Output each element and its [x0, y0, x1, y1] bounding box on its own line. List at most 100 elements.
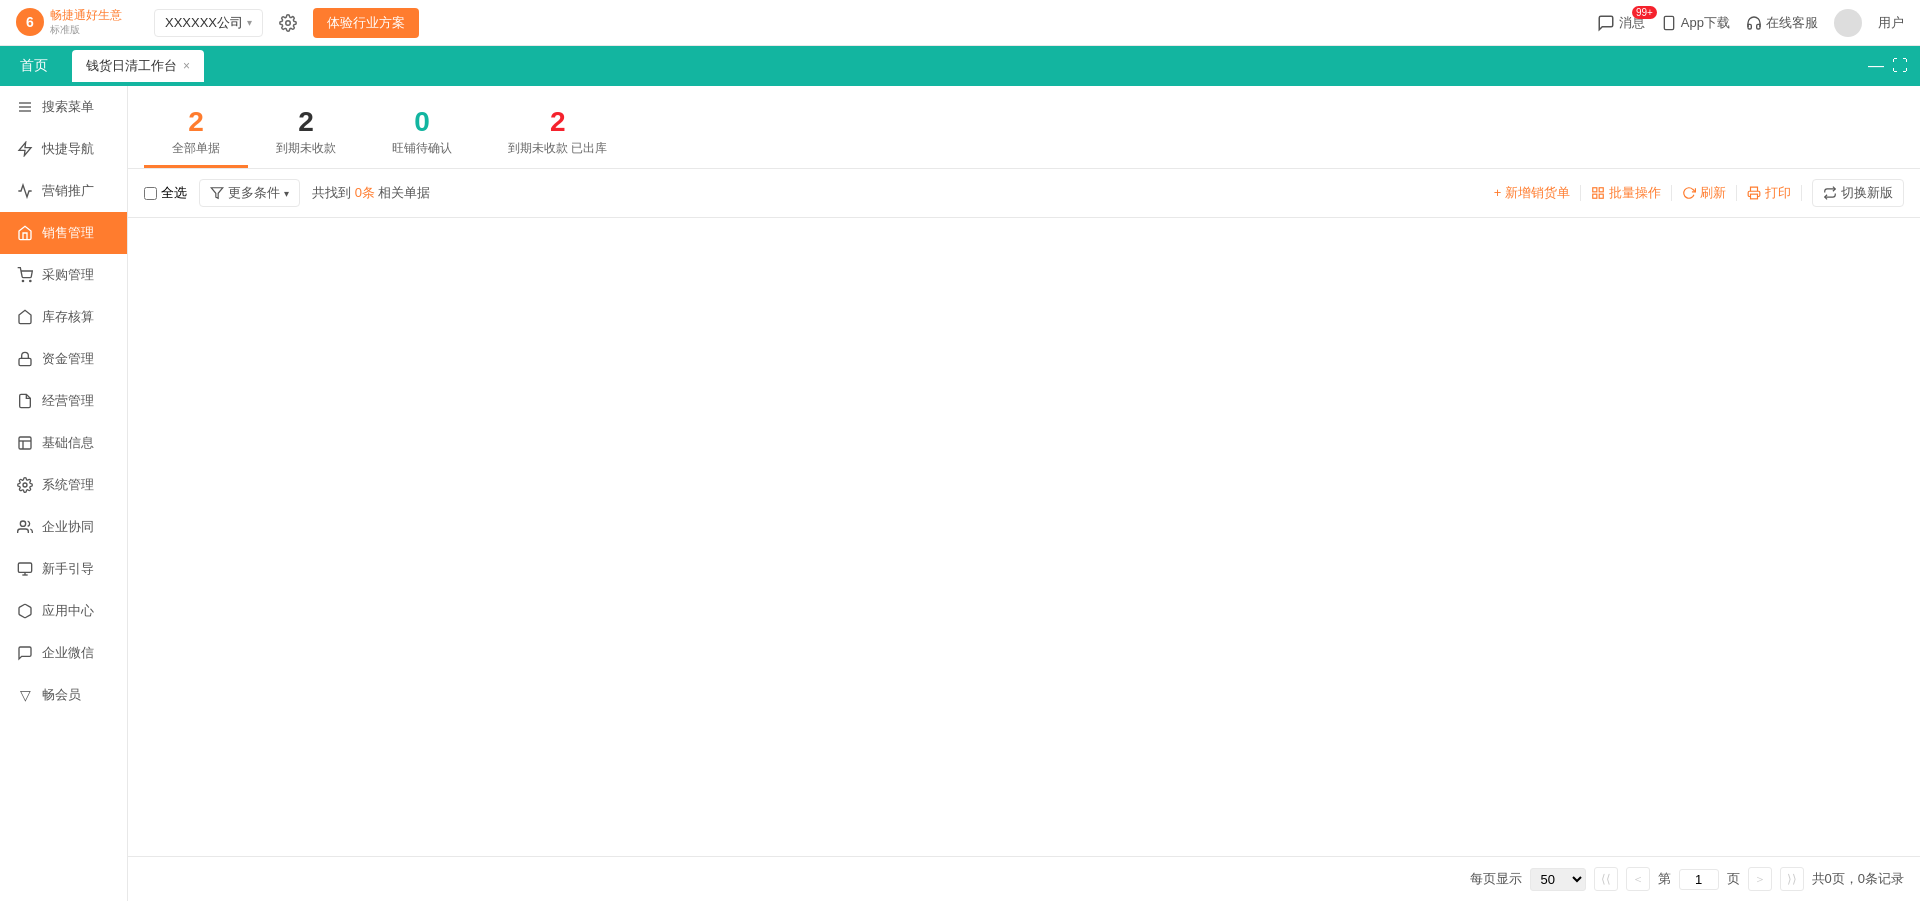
settings-button[interactable] [273, 8, 303, 38]
divider3 [1736, 185, 1737, 201]
page-size-select[interactable]: 50 100 200 [1530, 868, 1586, 891]
print-icon [1747, 186, 1761, 200]
svg-rect-22 [1593, 194, 1597, 198]
sidebar-item-member[interactable]: ▽ 畅会员 [0, 674, 127, 716]
print-label: 打印 [1765, 184, 1791, 202]
sidebar-item-basic-info[interactable]: 基础信息 [0, 422, 127, 464]
divider2 [1671, 185, 1672, 201]
sidebar-item-inventory[interactable]: 库存核算 [0, 296, 127, 338]
filter-button[interactable]: 更多条件 ▾ [199, 179, 300, 207]
sidebar-item-search-menu[interactable]: 搜索菜单 [0, 86, 127, 128]
top-bar-left: 6 畅捷通好生意 标准版 XXXXXX公司 ▾ 体验行业方案 [16, 8, 419, 38]
sidebar-label-basic-info: 基础信息 [42, 434, 94, 452]
svg-rect-1 [1664, 16, 1673, 29]
sales-icon [16, 224, 34, 242]
svg-rect-21 [1599, 194, 1603, 198]
marketing-icon [16, 182, 34, 200]
top-bar-right: 消息 99+ App下载 在线客服 用户 [1597, 9, 1904, 37]
add-sales-order-button[interactable]: + 新增销货单 [1494, 184, 1570, 202]
sidebar: 搜索菜单 快捷导航 营销推广 销售管理 采购管理 [0, 86, 128, 901]
last-page-button[interactable]: ⟩⟩ [1780, 867, 1804, 891]
sidebar-label-app-center: 应用中心 [42, 602, 94, 620]
app-download-button[interactable]: App下载 [1661, 14, 1730, 32]
print-button[interactable]: 打印 [1747, 184, 1791, 202]
quick-nav-icon [16, 140, 34, 158]
svg-rect-20 [1599, 188, 1603, 192]
tab-maximize-button[interactable]: ⛶ [1892, 57, 1908, 75]
page-size-label: 每页显示 [1470, 870, 1522, 888]
message-badge: 99+ [1632, 6, 1657, 19]
company-selector[interactable]: XXXXXX公司 ▾ [154, 9, 263, 37]
stat-tab-overdue[interactable]: 2 到期未收款 [248, 98, 364, 168]
chevron-down-icon: ▾ [247, 17, 252, 28]
next-page-button[interactable]: ＞ [1748, 867, 1772, 891]
tab-label: 钱货日清工作台 [86, 57, 177, 75]
sidebar-label-quick-nav: 快捷导航 [42, 140, 94, 158]
stats-tabs: 2 全部单据 2 到期未收款 0 旺铺待确认 2 到期未收款 已出库 [128, 86, 1920, 169]
svg-rect-23 [1751, 194, 1758, 199]
tab-qianhuoriqing[interactable]: 钱货日清工作台 × [72, 50, 204, 82]
stat-label-all: 全部单据 [172, 140, 220, 157]
operations-icon [16, 392, 34, 410]
stat-tab-all[interactable]: 2 全部单据 [144, 98, 248, 168]
select-all-checkbox[interactable]: 全选 [144, 184, 187, 202]
stat-label-shipped: 到期未收款 已出库 [508, 140, 607, 157]
sidebar-item-operations[interactable]: 经营管理 [0, 380, 127, 422]
svg-point-7 [22, 280, 23, 281]
prev-page-button[interactable]: ＜ [1626, 867, 1650, 891]
switch-version-button[interactable]: 切换新版 [1812, 179, 1904, 207]
sidebar-item-cooperation[interactable]: 企业协同 [0, 506, 127, 548]
svg-rect-9 [19, 358, 31, 365]
sidebar-item-quick-nav[interactable]: 快捷导航 [0, 128, 127, 170]
stat-tab-pending[interactable]: 0 旺铺待确认 [364, 98, 480, 168]
logo-icon: 6 [16, 8, 44, 36]
sidebar-item-finance[interactable]: 资金管理 [0, 338, 127, 380]
sidebar-item-sales[interactable]: 销售管理 [0, 212, 127, 254]
svg-point-8 [30, 280, 31, 281]
content-area: 2 全部单据 2 到期未收款 0 旺铺待确认 2 到期未收款 已出库 全选 [128, 86, 1920, 901]
divider [1580, 185, 1581, 201]
sidebar-item-app-center[interactable]: 应用中心 [0, 590, 127, 632]
page-label: 第 [1658, 870, 1671, 888]
app-center-icon [16, 602, 34, 620]
tab-close-icon[interactable]: × [183, 59, 190, 73]
sidebar-item-guide[interactable]: 新手引导 [0, 548, 127, 590]
select-all-input[interactable] [144, 187, 157, 200]
guide-icon [16, 560, 34, 578]
svg-rect-10 [19, 437, 31, 449]
divider4 [1801, 185, 1802, 201]
sidebar-label-purchase: 采购管理 [42, 266, 94, 284]
finance-icon [16, 350, 34, 368]
sidebar-label-guide: 新手引导 [42, 560, 94, 578]
system-icon [16, 476, 34, 494]
company-name: XXXXXX公司 [165, 14, 243, 32]
user-avatar[interactable] [1834, 9, 1862, 37]
sidebar-item-system[interactable]: 系统管理 [0, 464, 127, 506]
first-page-button[interactable]: ⟨⟨ [1594, 867, 1618, 891]
refresh-label: 刷新 [1700, 184, 1726, 202]
tab-minimize-button[interactable]: — [1868, 57, 1884, 75]
user-name[interactable]: 用户 [1878, 14, 1904, 32]
tab-home[interactable]: 首页 [0, 46, 68, 86]
online-service-button[interactable]: 在线客服 [1746, 14, 1818, 32]
sidebar-label-cooperation: 企业协同 [42, 518, 94, 536]
batch-operation-button[interactable]: 批量操作 [1591, 184, 1661, 202]
found-prefix: 共找到 [312, 185, 351, 200]
batch-icon [1591, 186, 1605, 200]
message-button[interactable]: 消息 99+ [1597, 14, 1645, 32]
sidebar-label-search-menu: 搜索菜单 [42, 98, 94, 116]
stat-number-overdue: 2 [298, 106, 314, 138]
switch-label: 切换新版 [1841, 184, 1893, 202]
sidebar-label-sales: 销售管理 [42, 224, 94, 242]
filter-label: 更多条件 [228, 184, 280, 202]
refresh-button[interactable]: 刷新 [1682, 184, 1726, 202]
svg-rect-15 [18, 563, 31, 572]
sidebar-item-purchase[interactable]: 采购管理 [0, 254, 127, 296]
page-input[interactable] [1679, 869, 1719, 890]
online-service-label: 在线客服 [1766, 14, 1818, 32]
experience-button[interactable]: 体验行业方案 [313, 8, 419, 38]
sidebar-item-marketing[interactable]: 营销推广 [0, 170, 127, 212]
stat-tab-shipped[interactable]: 2 到期未收款 已出库 [480, 98, 635, 168]
switch-icon [1823, 186, 1837, 200]
sidebar-item-wechat[interactable]: 企业微信 [0, 632, 127, 674]
